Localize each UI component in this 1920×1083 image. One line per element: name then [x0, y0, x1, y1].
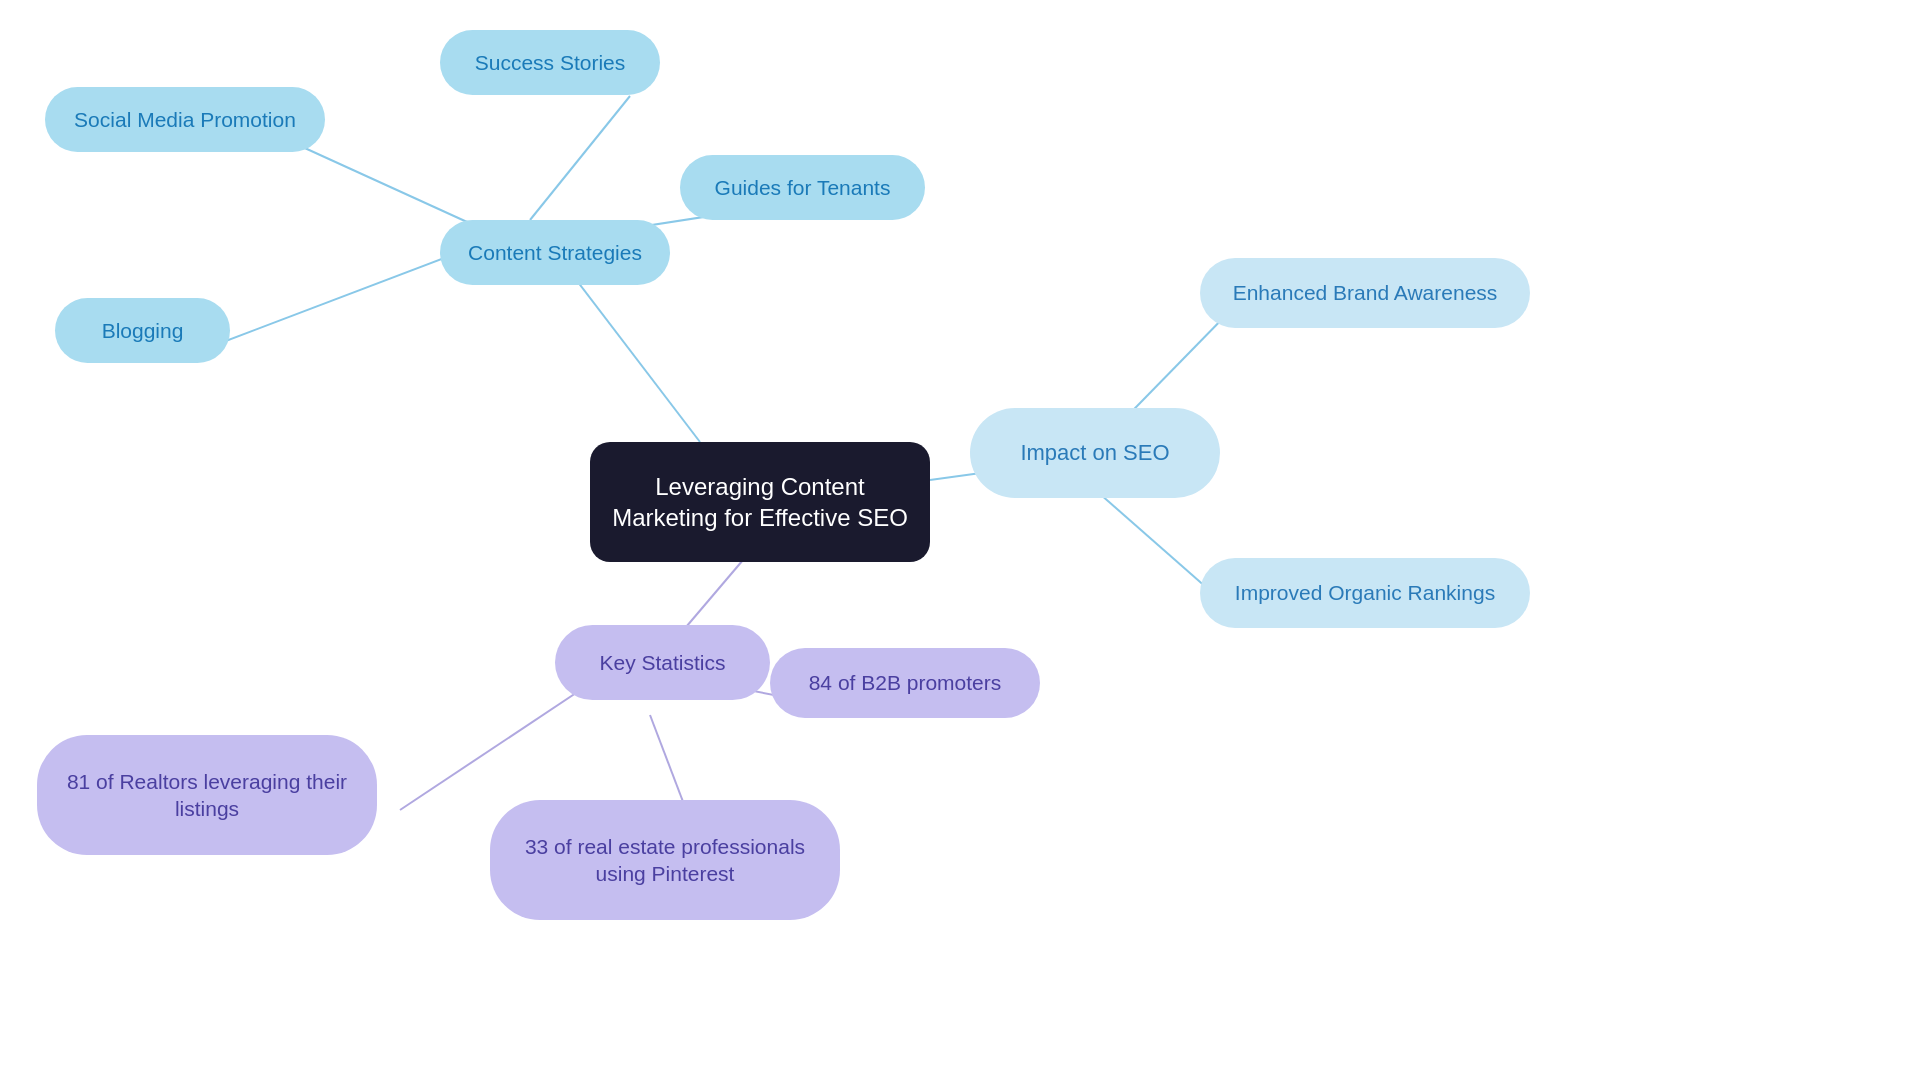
- impact-seo-node: Impact on SEO: [970, 408, 1220, 498]
- b2b-promoters-label: 84 of B2B promoters: [799, 669, 1012, 696]
- pinterest-label: 33 of real estate professionals using Pi…: [515, 833, 815, 888]
- success-stories-node: Success Stories: [440, 30, 660, 95]
- social-media-node: Social Media Promotion: [45, 87, 325, 152]
- pinterest-node: 33 of real estate professionals using Pi…: [490, 800, 840, 920]
- guides-tenants-label: Guides for Tenants: [705, 174, 901, 201]
- svg-line-4: [210, 252, 460, 347]
- content-strategies-node: Content Strategies: [440, 220, 670, 285]
- improved-rankings-label: Improved Organic Rankings: [1225, 579, 1505, 606]
- impact-seo-label: Impact on SEO: [1010, 439, 1179, 468]
- social-media-label: Social Media Promotion: [64, 106, 306, 133]
- blogging-label: Blogging: [92, 317, 194, 344]
- improved-rankings-node: Improved Organic Rankings: [1200, 558, 1530, 628]
- center-label: Leveraging Content Marketing for Effecti…: [590, 471, 930, 533]
- enhanced-brand-label: Enhanced Brand Awareness: [1223, 279, 1508, 306]
- svg-line-2: [530, 96, 630, 220]
- key-statistics-node: Key Statistics: [555, 625, 770, 700]
- guides-tenants-node: Guides for Tenants: [680, 155, 925, 220]
- success-stories-label: Success Stories: [465, 49, 636, 76]
- b2b-promoters-node: 84 of B2B promoters: [770, 648, 1040, 718]
- enhanced-brand-node: Enhanced Brand Awareness: [1200, 258, 1530, 328]
- center-node: Leveraging Content Marketing for Effecti…: [590, 442, 930, 562]
- content-strategies-label: Content Strategies: [458, 239, 652, 266]
- realtors-node: 81 of Realtors leveraging their listings: [37, 735, 377, 855]
- svg-line-9: [400, 677, 600, 810]
- key-statistics-label: Key Statistics: [589, 649, 735, 676]
- realtors-label: 81 of Realtors leveraging their listings: [57, 768, 357, 823]
- blogging-node: Blogging: [55, 298, 230, 363]
